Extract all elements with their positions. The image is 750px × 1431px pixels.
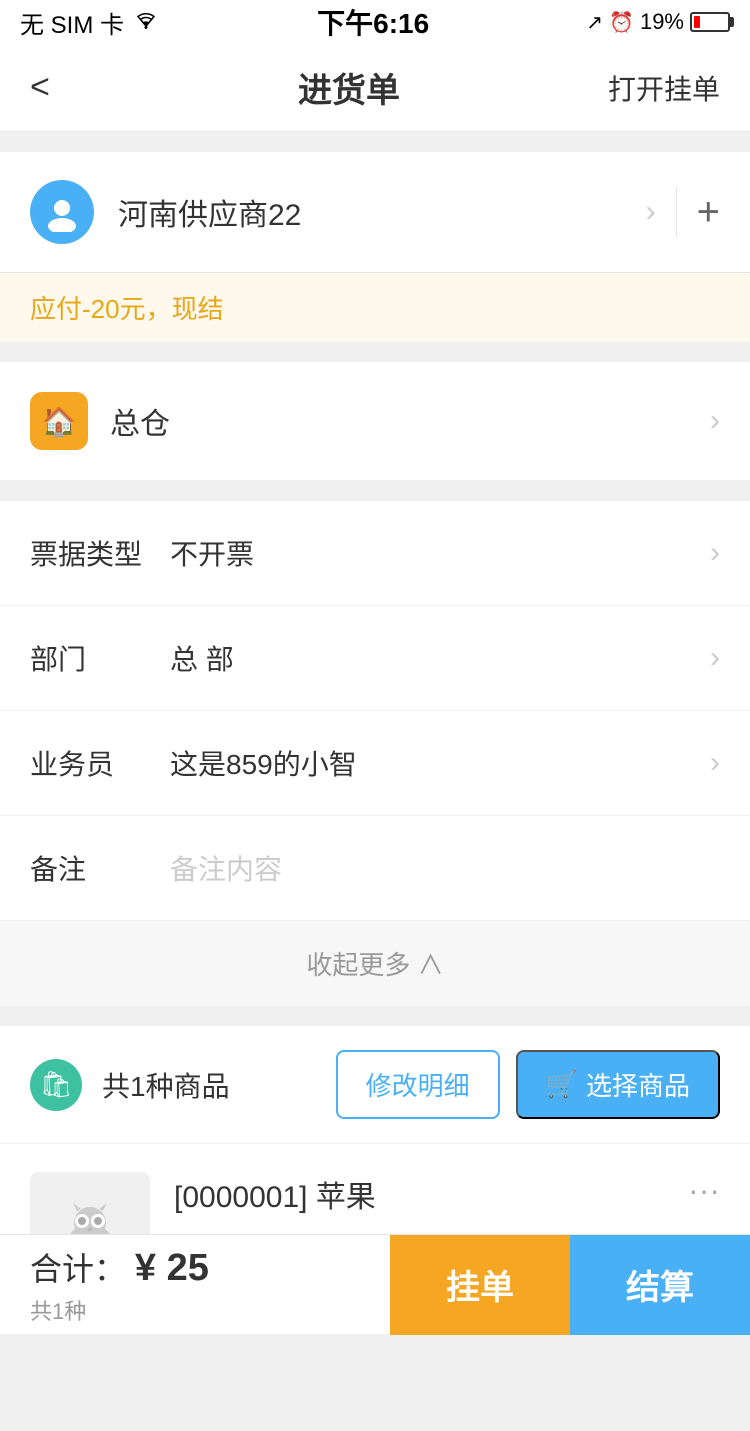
supplier-chevron-icon: ›: [646, 195, 656, 229]
notice-bar: 应付-20元，现结: [0, 273, 750, 342]
carrier-text: 无 SIM 卡: [20, 5, 124, 40]
form-section: 票据类型 不开票 › 部门 总 部 › 业务员 这是859的小智 › 备注 备注…: [0, 501, 750, 921]
battery-icon: [690, 12, 730, 32]
invoice-type-chevron-icon: ›: [710, 536, 720, 570]
total-main: 合计： ¥ 25: [30, 1244, 360, 1290]
salesperson-value: 这是859的小智: [170, 743, 710, 783]
product-title-name: 苹果: [316, 1181, 376, 1214]
department-value: 总 部: [170, 638, 710, 678]
bottom-space: [0, 1321, 750, 1431]
total-sub: 共1种: [30, 1294, 360, 1326]
select-product-label: 选择商品: [586, 1066, 690, 1103]
page-title: 进货单: [298, 63, 400, 112]
products-header: 🛍 共1种商品 修改明细 🛒 选择商品: [0, 1026, 750, 1144]
salesperson-row[interactable]: 业务员 这是859的小智 ›: [0, 711, 750, 816]
wifi-icon: [132, 8, 160, 37]
remark-row[interactable]: 备注 备注内容: [0, 816, 750, 921]
select-product-button[interactable]: 🛒 选择商品: [516, 1050, 720, 1119]
collapse-row[interactable]: 收起更多 ∧: [0, 921, 750, 1006]
warehouse-section: 🏠 总仓 ›: [0, 362, 750, 481]
supplier-section: 河南供应商22 › + 应付-20元，现结: [0, 152, 750, 342]
location-icon: ↗: [586, 10, 603, 35]
total-amount: ¥ 25: [135, 1247, 209, 1289]
invoice-type-label: 票据类型: [30, 533, 170, 573]
product-name: [0000001] 苹果: [174, 1172, 688, 1216]
department-label: 部门: [30, 638, 170, 678]
warehouse-icon: 🏠: [30, 392, 88, 450]
settle-button[interactable]: 结算: [570, 1235, 750, 1335]
status-bar-left: 无 SIM 卡: [20, 5, 160, 40]
cart-btn-icon: 🛒: [546, 1069, 578, 1100]
section-gap-4: [0, 1006, 750, 1026]
alarm-icon: ⏰: [609, 10, 634, 35]
hang-button[interactable]: 挂单: [390, 1235, 570, 1335]
status-bar-right: ↗ ⏰ 19%: [586, 9, 730, 35]
bottom-total: 合计： ¥ 25 共1种: [0, 1244, 390, 1326]
open-hang-button[interactable]: 打开挂单: [608, 68, 720, 108]
department-row[interactable]: 部门 总 部 ›: [0, 606, 750, 711]
status-bar: 无 SIM 卡 下午6:16 ↗ ⏰ 19%: [0, 0, 750, 44]
warehouse-name: 总仓: [110, 399, 710, 443]
salesperson-chevron-icon: ›: [710, 746, 720, 780]
divider: [676, 187, 677, 237]
salesperson-label: 业务员: [30, 743, 170, 783]
add-supplier-button[interactable]: +: [697, 190, 720, 235]
warehouse-row[interactable]: 🏠 总仓 ›: [0, 362, 750, 481]
nav-bar: < 进货单 打开挂单: [0, 44, 750, 132]
total-label: 合计：: [30, 1251, 126, 1287]
warehouse-icon-inner: 🏠: [42, 405, 77, 438]
supplier-row[interactable]: 河南供应商22 › +: [0, 152, 750, 273]
department-chevron-icon: ›: [710, 641, 720, 675]
cart-icon: 🛍: [39, 1069, 72, 1100]
remark-label: 备注: [30, 848, 170, 888]
supplier-avatar: [30, 180, 94, 244]
collapse-label: 收起更多 ∧: [306, 945, 443, 982]
bottom-bar: 合计： ¥ 25 共1种 挂单 结算: [0, 1234, 750, 1334]
invoice-type-row[interactable]: 票据类型 不开票 ›: [0, 501, 750, 606]
battery-text: 19%: [640, 9, 684, 35]
section-gap-3: [0, 481, 750, 501]
product-more-button[interactable]: ···: [688, 1172, 720, 1209]
section-gap-1: [0, 132, 750, 152]
supplier-name: 河南供应商22: [118, 190, 646, 234]
products-icon: 🛍: [30, 1059, 82, 1111]
status-bar-time: 下午6:16: [317, 2, 429, 42]
back-button[interactable]: <: [30, 68, 90, 107]
products-count: 共1种商品: [102, 1065, 336, 1105]
product-code: [0000001]: [174, 1181, 307, 1214]
remark-placeholder: 备注内容: [170, 848, 720, 888]
section-gap-2: [0, 342, 750, 362]
warehouse-chevron-icon: ›: [710, 404, 720, 438]
edit-detail-button[interactable]: 修改明细: [336, 1050, 500, 1119]
invoice-type-value: 不开票: [170, 533, 710, 573]
